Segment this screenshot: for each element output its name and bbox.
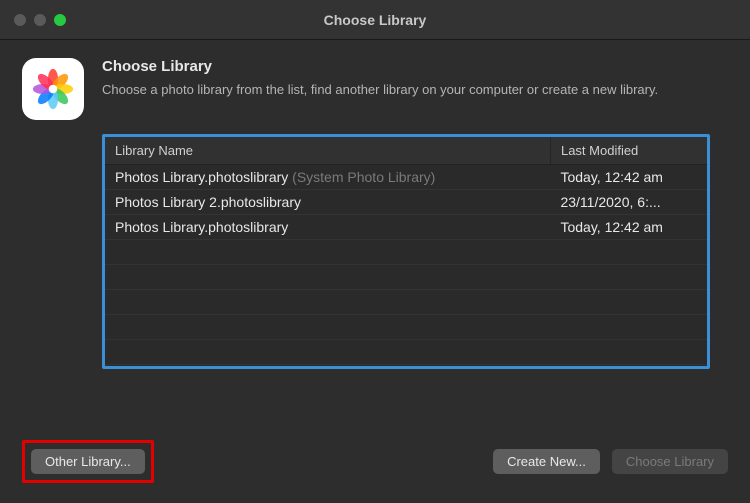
titlebar: Choose Library	[0, 0, 750, 40]
traffic-lights	[14, 14, 66, 26]
choose-library-button[interactable]: Choose Library	[612, 449, 728, 474]
library-annotation: (System Photo Library)	[292, 169, 435, 185]
table-row-empty	[105, 315, 707, 340]
table-row-empty	[105, 240, 707, 265]
table-row-empty	[105, 290, 707, 315]
minimize-window-icon[interactable]	[34, 14, 46, 26]
last-modified-cell: 23/11/2020, 6:...	[550, 190, 707, 215]
table-row[interactable]: Photos Library.photoslibrary Today, 12:4…	[105, 215, 707, 240]
create-new-button[interactable]: Create New...	[493, 449, 600, 474]
photos-app-icon	[22, 58, 84, 120]
window-title: Choose Library	[0, 12, 750, 28]
library-table: Library Name Last Modified Photos Librar…	[102, 134, 710, 369]
library-name-cell: Photos Library.photoslibrary	[105, 215, 550, 240]
maximize-window-icon[interactable]	[54, 14, 66, 26]
table-row-empty	[105, 340, 707, 365]
close-window-icon[interactable]	[14, 14, 26, 26]
other-library-button[interactable]: Other Library...	[31, 449, 145, 474]
last-modified-cell: Today, 12:42 am	[550, 165, 707, 190]
library-name-cell: Photos Library.photoslibrary (System Pho…	[105, 165, 550, 190]
table-row[interactable]: Photos Library.photoslibrary (System Pho…	[105, 165, 707, 190]
dialog-heading: Choose Library	[102, 58, 658, 75]
table-row-empty	[105, 265, 707, 290]
last-modified-cell: Today, 12:42 am	[550, 215, 707, 240]
dialog-description: Choose a photo library from the list, fi…	[102, 81, 658, 99]
highlight-annotation: Other Library...	[22, 440, 154, 483]
library-name-cell: Photos Library 2.photoslibrary	[105, 190, 550, 215]
column-header-library-name[interactable]: Library Name	[105, 137, 550, 165]
column-header-last-modified[interactable]: Last Modified	[550, 137, 707, 165]
table-row[interactable]: Photos Library 2.photoslibrary 23/11/202…	[105, 190, 707, 215]
